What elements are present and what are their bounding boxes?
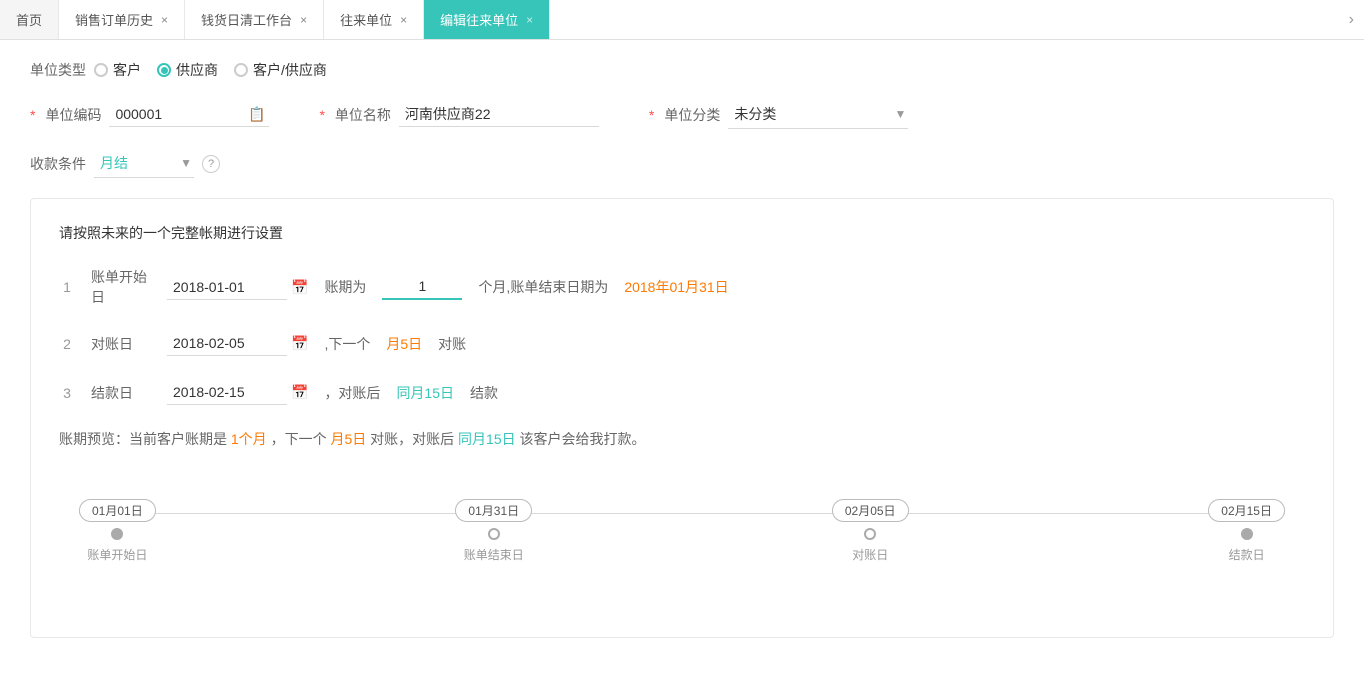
payment-condition-row: 收款条件 月结 ▼ ? bbox=[30, 149, 1334, 178]
preview-suffix: 该客户会给我打款。 bbox=[520, 431, 646, 447]
period-num-1: 1 bbox=[59, 279, 75, 295]
payment-condition-select[interactable]: 月结 ▼ bbox=[94, 149, 194, 178]
period-date-2-input[interactable] bbox=[167, 331, 287, 356]
radio-supplier-circle bbox=[157, 63, 171, 77]
tab-bar: 首页 销售订单历史 × 钱货日清工作台 × 往来单位 × 编辑往来单位 × › bbox=[0, 0, 1364, 40]
tab-sales-history-close[interactable]: × bbox=[161, 13, 168, 27]
unit-category-label: 单位分类 bbox=[664, 105, 720, 125]
unit-type-label: 单位类型 bbox=[30, 60, 86, 80]
unit-category-group: * 单位分类 未分类 ▼ bbox=[649, 100, 908, 129]
preview-mid2: 对账，对账后 bbox=[370, 431, 454, 447]
tab-home[interactable]: 首页 bbox=[0, 0, 59, 39]
period-row-2: 2 对账日 📅 ,下一个 月5日 对账 bbox=[59, 331, 1305, 356]
timeline-circle-3 bbox=[864, 528, 876, 540]
main-content: 单位类型 客户 供应商 客户/供应商 * 单位编码 bbox=[0, 40, 1364, 678]
help-icon[interactable]: ? bbox=[202, 155, 220, 173]
tab-cashflow[interactable]: 钱货日清工作台 × bbox=[185, 0, 324, 39]
tab-edit-partner-close[interactable]: × bbox=[526, 13, 533, 27]
timeline-badge-1: 01月01日 bbox=[79, 499, 156, 522]
unit-code-icon[interactable]: 📋 bbox=[248, 106, 265, 123]
radio-both[interactable]: 客户/供应商 bbox=[234, 60, 327, 80]
preview-part3: 同月15日 bbox=[458, 431, 516, 447]
payment-condition-label: 收款条件 bbox=[30, 154, 86, 174]
calendar-icon-3[interactable]: 📅 bbox=[291, 384, 308, 401]
period-desc-suffix-3: 结款 bbox=[470, 383, 498, 403]
preview-part1: 1个月 bbox=[231, 431, 267, 447]
unit-category-select[interactable]: 未分类 ▼ bbox=[728, 100, 908, 129]
unit-name-label: 单位名称 bbox=[335, 105, 391, 125]
preview-text: 账期预览：当前客户账期是 1个月 ，下一个 月5日 对账，对账后 同月15日 该… bbox=[59, 429, 1305, 449]
unit-name-group: * 单位名称 bbox=[319, 102, 598, 127]
timeline-node-1: 01月01日 账单开始日 bbox=[79, 499, 156, 563]
period-card: 请按照未来的一个完整帐期进行设置 1 账单开始日 📅 账期为 个月,账单结束日期… bbox=[30, 198, 1334, 638]
timeline-circle-4 bbox=[1241, 528, 1253, 540]
unit-category-arrow: ▼ bbox=[894, 107, 906, 121]
calendar-icon-1[interactable]: 📅 bbox=[291, 279, 308, 296]
unit-code-label: 单位编码 bbox=[45, 105, 101, 125]
unit-code-wrapper: 📋 bbox=[109, 102, 269, 127]
radio-both-circle bbox=[234, 63, 248, 77]
timeline-label-2: 账单结束日 bbox=[464, 546, 524, 563]
period-desc-suffix-2: 对账 bbox=[438, 334, 466, 354]
period-date-3-input[interactable] bbox=[167, 380, 287, 405]
timeline-label-4: 结款日 bbox=[1229, 546, 1265, 563]
timeline-node-4: 02月15日 结款日 bbox=[1208, 499, 1285, 563]
period-date-3-wrapper: 📅 bbox=[167, 380, 308, 405]
payment-condition-group: 收款条件 月结 ▼ ? bbox=[30, 149, 220, 178]
timeline-circle-1 bbox=[111, 528, 123, 540]
unit-name-input[interactable] bbox=[399, 102, 599, 127]
period-desc-prefix-2: ,下一个 bbox=[324, 334, 370, 354]
timeline-badge-2: 01月31日 bbox=[455, 499, 532, 522]
period-label-2: 对账日 bbox=[91, 334, 151, 354]
unit-code-group: * 单位编码 📋 bbox=[30, 102, 269, 127]
period-end-date: 2018年01月31日 bbox=[624, 277, 728, 297]
tab-sales-history[interactable]: 销售订单历史 × bbox=[59, 0, 185, 39]
period-desc-prefix-1: 账期为 bbox=[324, 277, 366, 297]
preview-part2: 月5日 bbox=[330, 431, 366, 447]
unit-info-row: * 单位编码 📋 * 单位名称 * 单位分类 未分类 ▼ bbox=[30, 100, 1334, 129]
period-row-3: 3 结款日 📅 ，对账后 同月15日 结款 bbox=[59, 380, 1305, 405]
unit-code-input[interactable] bbox=[109, 102, 269, 127]
timeline-node-3: 02月05日 对账日 bbox=[832, 499, 909, 563]
payment-condition-arrow: ▼ bbox=[180, 156, 192, 170]
tab-edit-partner[interactable]: 编辑往来单位 × bbox=[424, 0, 550, 39]
timeline-badge-3: 02月05日 bbox=[832, 499, 909, 522]
tab-partner-close[interactable]: × bbox=[400, 13, 407, 27]
period-desc-suffix-1: 个月,账单结束日期为 bbox=[478, 277, 608, 297]
period-label-1: 账单开始日 bbox=[91, 267, 151, 307]
card-title: 请按照未来的一个完整帐期进行设置 bbox=[59, 223, 1305, 243]
unit-type-group: 单位类型 客户 供应商 客户/供应商 bbox=[30, 60, 327, 80]
payment-condition-value: 月结 bbox=[94, 149, 152, 177]
period-label-3: 结款日 bbox=[91, 383, 151, 403]
radio-supplier[interactable]: 供应商 bbox=[157, 60, 218, 80]
months-input[interactable] bbox=[382, 274, 462, 300]
period-date-2-wrapper: 📅 bbox=[167, 331, 308, 356]
preview-mid1: ，下一个 bbox=[271, 431, 327, 447]
tab-partner[interactable]: 往来单位 × bbox=[324, 0, 424, 39]
timeline-node-2: 01月31日 账单结束日 bbox=[455, 499, 532, 563]
timeline-label-3: 对账日 bbox=[852, 546, 888, 563]
timeline-circle-2 bbox=[488, 528, 500, 540]
unit-type-row: 单位类型 客户 供应商 客户/供应商 bbox=[30, 60, 1334, 80]
period-reconcile-day: 月5日 bbox=[386, 334, 422, 354]
timeline-nodes: 01月01日 账单开始日 01月31日 账单结束日 02月05日 对账日 bbox=[79, 499, 1285, 563]
timeline-badge-4: 02月15日 bbox=[1208, 499, 1285, 522]
period-payment-day: 同月15日 bbox=[396, 383, 454, 403]
timeline: 01月01日 账单开始日 01月31日 账单结束日 02月05日 对账日 bbox=[59, 479, 1305, 613]
unit-type-radios: 客户 供应商 客户/供应商 bbox=[94, 60, 327, 80]
period-num-2: 2 bbox=[59, 336, 75, 352]
calendar-icon-2[interactable]: 📅 bbox=[291, 335, 308, 352]
tab-expand-button[interactable]: › bbox=[1339, 0, 1364, 39]
period-date-1-wrapper: 📅 bbox=[167, 275, 308, 300]
radio-customer[interactable]: 客户 bbox=[94, 60, 141, 80]
unit-category-value: 未分类 bbox=[728, 100, 800, 128]
period-num-3: 3 bbox=[59, 385, 75, 401]
preview-prefix: 账期预览：当前客户账期是 bbox=[59, 431, 227, 447]
period-date-1-input[interactable] bbox=[167, 275, 287, 300]
radio-customer-circle bbox=[94, 63, 108, 77]
timeline-label-1: 账单开始日 bbox=[87, 546, 147, 563]
tab-cashflow-close[interactable]: × bbox=[300, 13, 307, 27]
period-desc-prefix-3: ，对账后 bbox=[324, 383, 380, 403]
period-row-1: 1 账单开始日 📅 账期为 个月,账单结束日期为 2018年01月31日 bbox=[59, 267, 1305, 307]
